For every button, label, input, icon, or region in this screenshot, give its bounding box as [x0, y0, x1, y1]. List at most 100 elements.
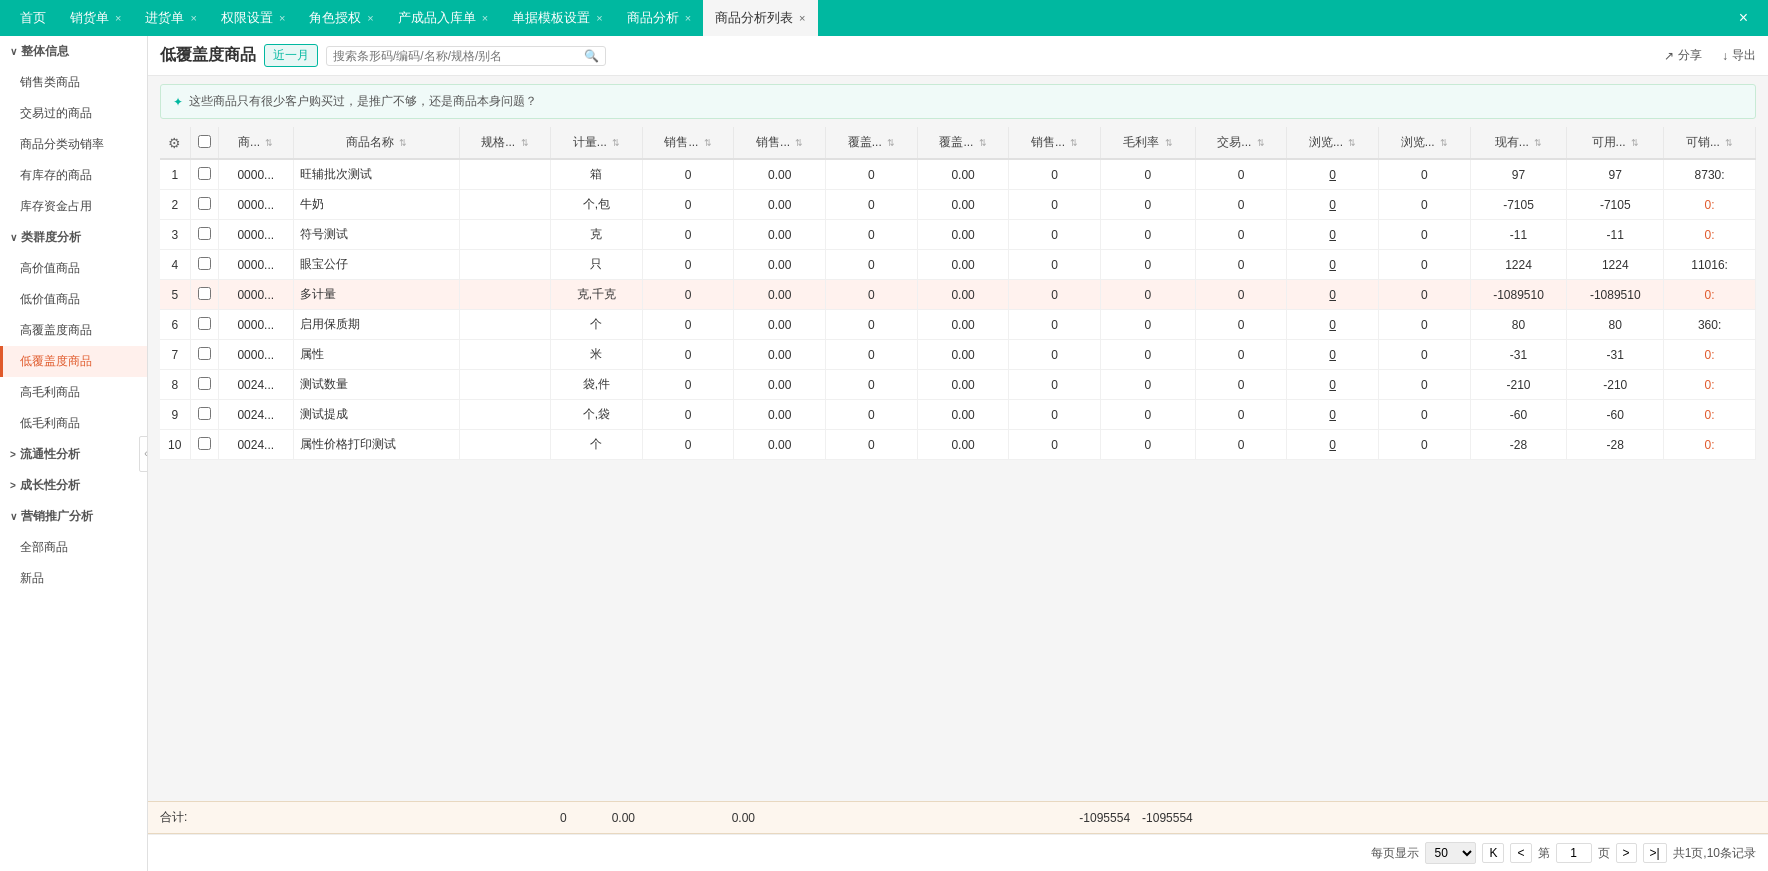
- sidebar-item-traded-goods[interactable]: 交易过的商品: [0, 98, 147, 129]
- nav-product-entry[interactable]: 产成品入库单 ×: [386, 0, 500, 36]
- nav-permission-close[interactable]: ×: [279, 12, 285, 24]
- row-checkbox[interactable]: [198, 437, 211, 450]
- sidebar-item-all-goods[interactable]: 全部商品: [0, 532, 147, 563]
- sidebar-item-low-coverage[interactable]: 低覆盖度商品: [0, 346, 147, 377]
- export-action[interactable]: ↓ 导出: [1722, 47, 1756, 64]
- next-page-button[interactable]: >: [1616, 843, 1637, 863]
- current-page-input[interactable]: [1556, 843, 1592, 863]
- col-sales-qty[interactable]: 销售... ⇅: [642, 127, 734, 159]
- sidebar-section-growth[interactable]: > 成长性分析: [0, 470, 147, 501]
- col-browse1[interactable]: 浏览... ⇅: [1287, 127, 1379, 159]
- cell-checkbox[interactable]: [190, 400, 218, 430]
- sidebar-item-high-value[interactable]: 高价值商品: [0, 253, 147, 284]
- col-name[interactable]: 商品名称 ⇅: [293, 127, 459, 159]
- sidebar-item-high-coverage[interactable]: 高覆盖度商品: [0, 315, 147, 346]
- sidebar-collapse-button[interactable]: «: [139, 436, 148, 472]
- select-all-checkbox[interactable]: [198, 135, 211, 148]
- cell-browse1[interactable]: 0: [1287, 280, 1379, 310]
- col-unit[interactable]: 计量... ⇅: [551, 127, 643, 159]
- prev-page-button[interactable]: <: [1510, 843, 1531, 863]
- nav-product-entry-close[interactable]: ×: [482, 12, 488, 24]
- sidebar-item-category-rate[interactable]: 商品分类动销率: [0, 129, 147, 160]
- cell-coverage2: 0.00: [917, 190, 1009, 220]
- sidebar-section-circulation[interactable]: > 流通性分析: [0, 439, 147, 470]
- col-saleable[interactable]: 可销... ⇅: [1664, 127, 1756, 159]
- nav-role-close[interactable]: ×: [367, 12, 373, 24]
- row-checkbox[interactable]: [198, 197, 211, 210]
- nav-role[interactable]: 角色授权 ×: [297, 0, 385, 36]
- col-coverage1[interactable]: 覆盖... ⇅: [826, 127, 918, 159]
- sidebar-section-marketing[interactable]: ∨ 营销推广分析: [0, 501, 147, 532]
- cell-browse1[interactable]: 0: [1287, 370, 1379, 400]
- cell-num: 8: [160, 370, 190, 400]
- row-checkbox[interactable]: [198, 167, 211, 180]
- row-checkbox[interactable]: [198, 407, 211, 420]
- col-sales-amt[interactable]: 销售... ⇅: [734, 127, 826, 159]
- sidebar-item-low-margin[interactable]: 低毛利商品: [0, 408, 147, 439]
- nav-sales[interactable]: 销货单 ×: [58, 0, 133, 36]
- cell-browse1[interactable]: 0: [1287, 400, 1379, 430]
- first-page-button[interactable]: K: [1482, 843, 1504, 863]
- col-browse2[interactable]: 浏览... ⇅: [1378, 127, 1470, 159]
- cell-checkbox[interactable]: [190, 280, 218, 310]
- row-checkbox[interactable]: [198, 347, 211, 360]
- filter-recent-month-button[interactable]: 近一月: [264, 44, 318, 67]
- row-checkbox[interactable]: [198, 287, 211, 300]
- col-current-stock[interactable]: 现有... ⇅: [1470, 127, 1567, 159]
- sidebar-item-low-value[interactable]: 低价值商品: [0, 284, 147, 315]
- nav-home[interactable]: 首页: [8, 0, 58, 36]
- row-checkbox[interactable]: [198, 227, 211, 240]
- nav-product-list-close[interactable]: ×: [799, 12, 805, 24]
- col-coverage2[interactable]: 覆盖... ⇅: [917, 127, 1009, 159]
- nav-product-list[interactable]: 商品分析列表 ×: [703, 0, 817, 36]
- cell-code: 0000...: [218, 159, 293, 190]
- sidebar-section-overall[interactable]: ∨ 整体信息: [0, 36, 147, 67]
- cell-checkbox[interactable]: [190, 190, 218, 220]
- cell-browse1[interactable]: 0: [1287, 430, 1379, 460]
- nav-sales-close[interactable]: ×: [115, 12, 121, 24]
- sidebar-item-high-margin[interactable]: 高毛利商品: [0, 377, 147, 408]
- col-spec[interactable]: 规格... ⇅: [459, 127, 551, 159]
- nav-purchase-close[interactable]: ×: [190, 12, 196, 24]
- col-available[interactable]: 可用... ⇅: [1567, 127, 1664, 159]
- cell-checkbox[interactable]: [190, 430, 218, 460]
- col-sales3[interactable]: 销售... ⇅: [1009, 127, 1101, 159]
- cell-checkbox[interactable]: [190, 250, 218, 280]
- share-action[interactable]: ↗ 分享: [1664, 47, 1702, 64]
- cell-checkbox[interactable]: [190, 340, 218, 370]
- col-gross-margin[interactable]: 毛利率 ⇅: [1101, 127, 1196, 159]
- col-code[interactable]: 商... ⇅: [218, 127, 293, 159]
- cell-checkbox[interactable]: [190, 159, 218, 190]
- col-settings[interactable]: ⚙: [160, 127, 190, 159]
- cell-browse1[interactable]: 0: [1287, 340, 1379, 370]
- cell-checkbox[interactable]: [190, 220, 218, 250]
- sidebar-item-sales-goods[interactable]: 销售类商品: [0, 67, 147, 98]
- window-close-button[interactable]: ×: [1727, 9, 1760, 27]
- cell-browse1[interactable]: 0: [1287, 250, 1379, 280]
- cell-browse1[interactable]: 0: [1287, 190, 1379, 220]
- cell-browse1[interactable]: 0: [1287, 159, 1379, 190]
- cell-checkbox[interactable]: [190, 370, 218, 400]
- col-transaction[interactable]: 交易... ⇅: [1195, 127, 1287, 159]
- row-checkbox[interactable]: [198, 257, 211, 270]
- cell-browse1[interactable]: 0: [1287, 310, 1379, 340]
- nav-product-analysis[interactable]: 商品分析 ×: [615, 0, 703, 36]
- nav-permission[interactable]: 权限设置 ×: [209, 0, 297, 36]
- last-page-button[interactable]: >|: [1643, 843, 1667, 863]
- nav-product-analysis-close[interactable]: ×: [685, 12, 691, 24]
- search-input[interactable]: [333, 49, 584, 63]
- nav-template-close[interactable]: ×: [596, 12, 602, 24]
- nav-template[interactable]: 单据模板设置 ×: [500, 0, 614, 36]
- nav-purchase[interactable]: 进货单 ×: [133, 0, 208, 36]
- sidebar-section-cluster[interactable]: ∨ 类群度分析: [0, 222, 147, 253]
- search-icon[interactable]: 🔍: [584, 49, 599, 63]
- per-page-select[interactable]: 50 20 100: [1425, 842, 1476, 864]
- sidebar-item-inventory-capital[interactable]: 库存资金占用: [0, 191, 147, 222]
- cell-browse1[interactable]: 0: [1287, 220, 1379, 250]
- cell-checkbox[interactable]: [190, 310, 218, 340]
- row-checkbox[interactable]: [198, 317, 211, 330]
- sidebar-item-inventory-goods[interactable]: 有库存的商品: [0, 160, 147, 191]
- settings-icon[interactable]: ⚙: [168, 135, 181, 151]
- sidebar-item-new-goods[interactable]: 新品: [0, 563, 147, 594]
- row-checkbox[interactable]: [198, 377, 211, 390]
